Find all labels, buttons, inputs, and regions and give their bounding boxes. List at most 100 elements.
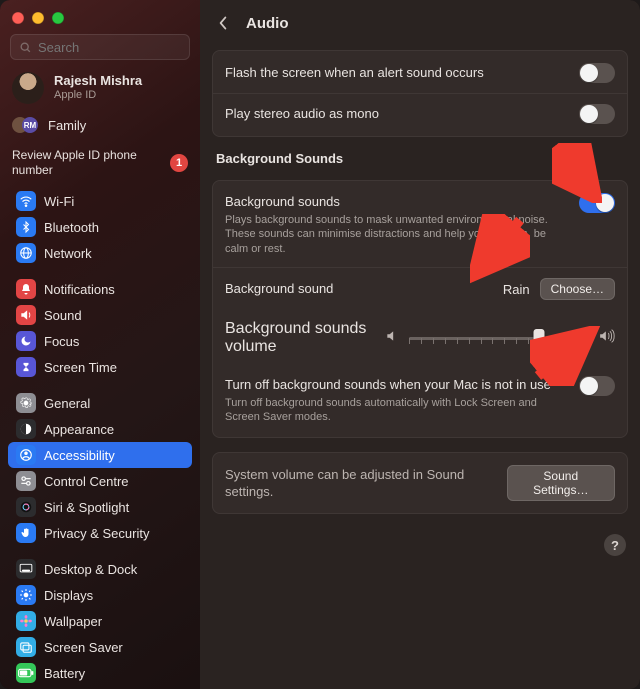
account-subtitle: Apple ID <box>54 89 142 102</box>
sidebar-item-label: Wi-Fi <box>44 194 74 209</box>
hourglass-icon <box>16 357 36 377</box>
bg-master-row: Background sounds Plays background sound… <box>213 183 627 267</box>
bg-master-toggle[interactable] <box>579 193 615 213</box>
family-row[interactable]: RM Family <box>0 112 200 142</box>
search-input[interactable] <box>38 40 181 55</box>
sidebar-item-label: Appearance <box>44 422 114 437</box>
sidebar-item-focus[interactable]: Focus <box>8 328 192 354</box>
gear-icon <box>16 393 36 413</box>
sidebar-item-appearance[interactable]: Appearance <box>8 416 192 442</box>
person-icon <box>16 445 36 465</box>
sidebar-item-desktop-dock[interactable]: Desktop & Dock <box>8 556 192 582</box>
sidebar-item-label: General <box>44 396 90 411</box>
mono-audio-toggle[interactable] <box>579 104 615 124</box>
contrast-icon <box>16 419 36 439</box>
globe-icon <box>16 243 36 263</box>
bg-sound-choose-button[interactable]: Choose… <box>540 278 615 300</box>
apple-id-account[interactable]: Rajesh Mishra Apple ID <box>0 68 200 112</box>
sidebar-item-label: Network <box>44 246 92 261</box>
search-field[interactable] <box>10 34 190 60</box>
back-button[interactable] <box>210 10 236 36</box>
sidebar-item-notifications[interactable]: Notifications <box>8 276 192 302</box>
background-sounds-heading: Background Sounds <box>212 151 628 166</box>
settings-window: Rajesh Mishra Apple ID RM Family Review … <box>0 0 640 689</box>
titlebar: Audio <box>200 0 640 44</box>
bell-icon <box>16 279 36 299</box>
sidebar-item-label: Siri & Spotlight <box>44 500 129 515</box>
sidebar-item-screen-saver[interactable]: Screen Saver <box>8 634 192 660</box>
flash-screen-row: Flash the screen when an alert sound occ… <box>213 53 627 93</box>
sun-icon <box>16 585 36 605</box>
bg-auto-off-label: Turn off background sounds when your Mac… <box>225 376 567 394</box>
footer-row: System volume can be adjusted in Sound s… <box>213 455 627 511</box>
family-label: Family <box>48 118 86 133</box>
sidebar-item-sound[interactable]: Sound <box>8 302 192 328</box>
traffic-lights <box>0 6 200 34</box>
zoom-window-button[interactable] <box>52 12 64 24</box>
sidebar-item-label: Displays <box>44 588 93 603</box>
wifi-icon <box>16 191 36 211</box>
sidebar-item-label: Wallpaper <box>44 614 102 629</box>
notification-badge: 1 <box>170 154 188 172</box>
sidebar-item-screen-time[interactable]: Screen Time <box>8 354 192 380</box>
mono-audio-row: Play stereo audio as mono <box>213 93 627 134</box>
sidebar-item-wi-fi[interactable]: Wi-Fi <box>8 188 192 214</box>
sidebar-item-battery[interactable]: Battery <box>8 660 192 686</box>
bg-master-label: Background sounds <box>225 193 567 211</box>
sidebar-item-displays[interactable]: Displays <box>8 582 192 608</box>
bg-volume-slider[interactable] <box>409 328 589 348</box>
sound-settings-button[interactable]: Sound Settings… <box>507 465 615 501</box>
close-window-button[interactable] <box>12 12 24 24</box>
bg-auto-off-row: Turn off background sounds when your Mac… <box>213 366 627 435</box>
moon-icon <box>16 331 36 351</box>
footer-card: System volume can be adjusted in Sound s… <box>212 452 628 514</box>
sidebar-item-label: Screen Time <box>44 360 117 375</box>
sidebar-item-siri-spotlight[interactable]: Siri & Spotlight <box>8 494 192 520</box>
sidebar-nav: Wi-Fi Bluetooth Network Notifications Sound F… <box>0 188 200 686</box>
minimize-window-button[interactable] <box>32 12 44 24</box>
volume-low-icon <box>385 329 399 348</box>
sidebar-item-accessibility[interactable]: Accessibility <box>8 442 192 468</box>
bg-volume-row: Background sounds volume <box>213 310 627 366</box>
sidebar: Rajesh Mishra Apple ID RM Family Review … <box>0 0 200 689</box>
avatar <box>12 72 44 104</box>
sidebar-item-label: Screen Saver <box>44 640 123 655</box>
sidebar-item-label: Privacy & Security <box>44 526 149 541</box>
battery-icon <box>16 663 36 683</box>
footer-note: System volume can be adjusted in Sound s… <box>225 466 495 501</box>
bg-master-sub: Plays background sounds to mask unwanted… <box>225 213 567 258</box>
sidebar-item-label: Desktop & Dock <box>44 562 137 577</box>
bg-auto-off-toggle[interactable] <box>579 376 615 396</box>
sidebar-item-label: Accessibility <box>44 448 115 463</box>
sidebar-item-label: Sound <box>44 308 82 323</box>
dock-icon <box>16 559 36 579</box>
sidebar-item-wallpaper[interactable]: Wallpaper <box>8 608 192 634</box>
sidebar-item-label: Control Centre <box>44 474 129 489</box>
flower-icon <box>16 611 36 631</box>
bg-sound-label: Background sound <box>225 280 333 298</box>
hand-icon <box>16 523 36 543</box>
background-sounds-card: Background sounds Plays background sound… <box>212 180 628 438</box>
bg-auto-off-sub: Turn off background sounds automatically… <box>225 396 567 426</box>
bg-sound-row: Background sound Rain Choose… <box>213 267 627 310</box>
flash-screen-toggle[interactable] <box>579 63 615 83</box>
sidebar-item-label: Bluetooth <box>44 220 99 235</box>
photos-icon <box>16 637 36 657</box>
content-pane: Audio Flash the screen when an alert sou… <box>200 0 640 689</box>
chevron-left-icon <box>217 15 229 31</box>
volume-high-icon <box>599 329 615 348</box>
switches-icon <box>16 471 36 491</box>
sidebar-item-general[interactable]: General <box>8 390 192 416</box>
alerts-card: Flash the screen when an alert sound occ… <box>212 50 628 137</box>
speaker-icon <box>16 305 36 325</box>
sidebar-item-control-centre[interactable]: Control Centre <box>8 468 192 494</box>
bluetooth-icon <box>16 217 36 237</box>
page-title: Audio <box>246 15 289 32</box>
sidebar-item-bluetooth[interactable]: Bluetooth <box>8 214 192 240</box>
sidebar-item-privacy-security[interactable]: Privacy & Security <box>8 520 192 546</box>
review-apple-id-row[interactable]: Review Apple ID phone number 1 <box>0 142 200 188</box>
slider-thumb[interactable] <box>533 329 544 347</box>
sidebar-item-network[interactable]: Network <box>8 240 192 266</box>
bg-volume-label: Background sounds volume <box>225 320 375 356</box>
help-button[interactable]: ? <box>604 534 626 556</box>
